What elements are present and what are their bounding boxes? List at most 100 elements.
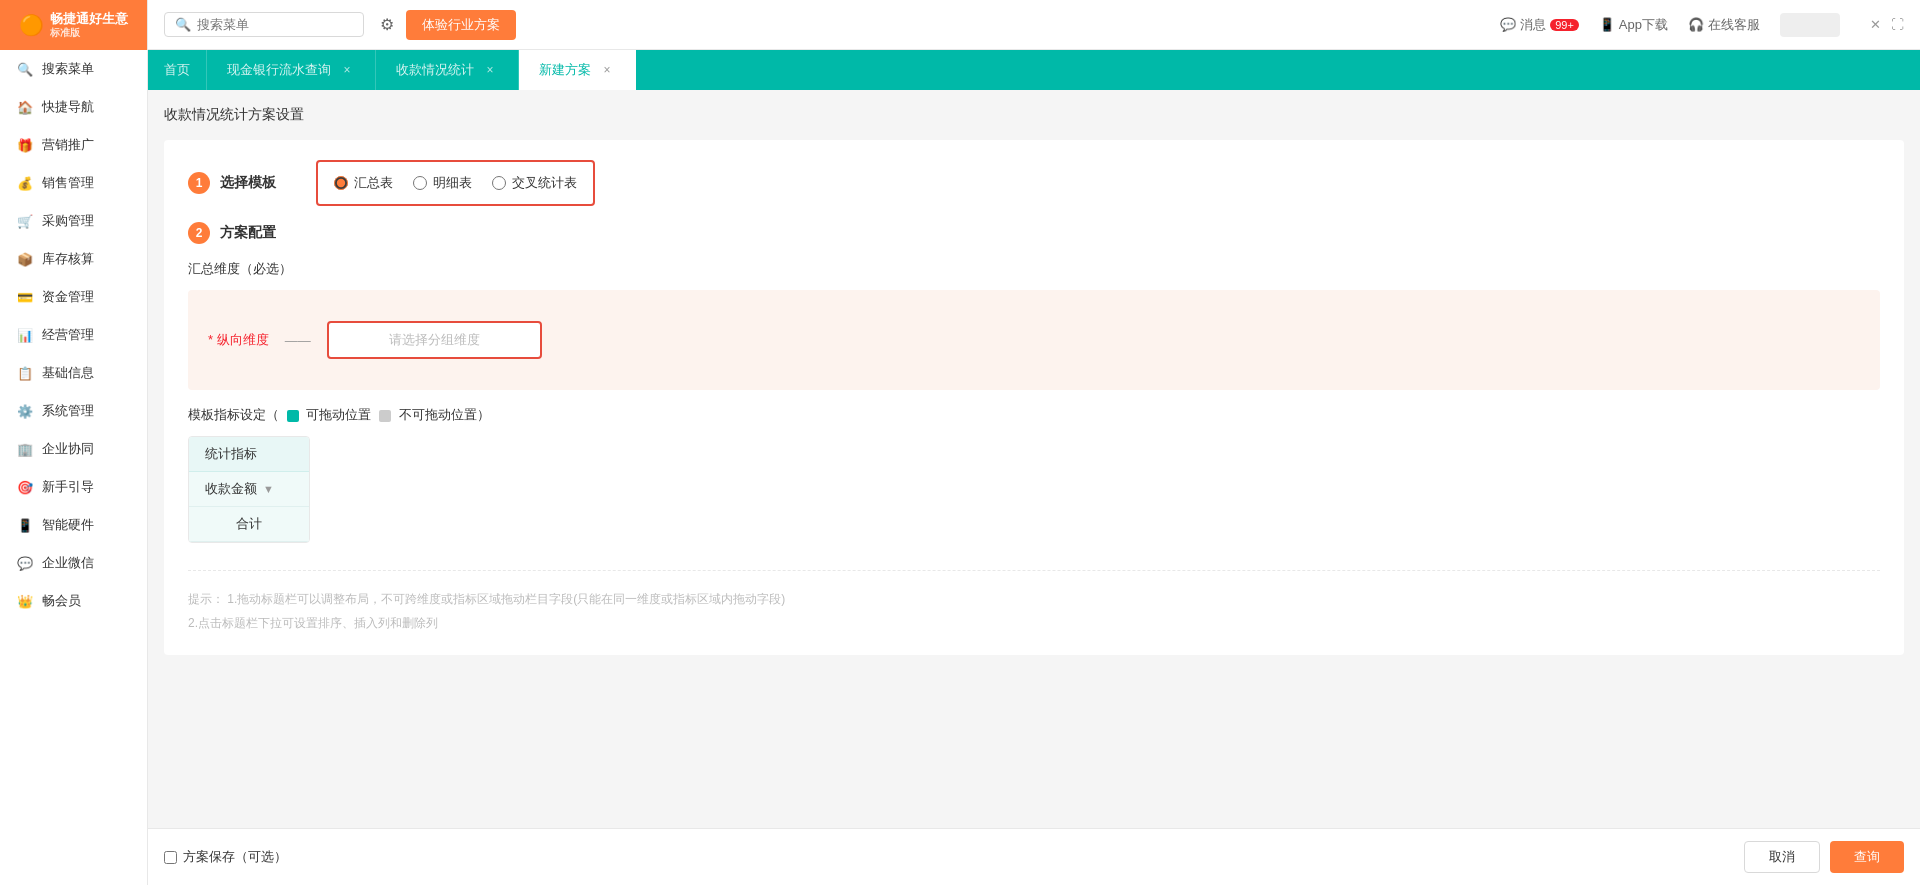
step1-header: 1 选择模板 汇总表 明细表 交叉统计 xyxy=(188,160,1880,206)
tab-new-plan-close[interactable]: × xyxy=(599,62,615,78)
topbar-right: 💬 消息 99+ 📱 App下载 🎧 在线客服 ✕ ⛶ xyxy=(1500,13,1904,37)
topbar: 🔍 ⚙ 体验行业方案 💬 消息 99+ 📱 App下载 🎧 在线客服 ✕ ⛶ xyxy=(148,0,1920,50)
chevron-down-icon: ▼ xyxy=(263,483,274,495)
sidebar-item-label: 畅会员 xyxy=(42,592,81,610)
search-input[interactable] xyxy=(197,17,337,32)
sidebar: 🟠 畅捷通好生意 标准版 🔍 搜索菜单 🏠 快捷导航 🎁 营销推广 💰 销售管理… xyxy=(0,0,148,885)
message-badge: 99+ xyxy=(1550,19,1579,31)
crown-icon: 👑 xyxy=(16,592,34,610)
sidebar-item-label: 销售管理 xyxy=(42,174,94,192)
search-box[interactable]: 🔍 xyxy=(164,12,364,37)
sidebar-item-label: 快捷导航 xyxy=(42,98,94,116)
query-button[interactable]: 查询 xyxy=(1830,841,1904,873)
metrics-col-cell[interactable]: 收款金额 ▼ xyxy=(189,472,309,507)
radio-summary[interactable]: 汇总表 xyxy=(334,174,393,192)
metrics-header: 模板指标设定（ 可拖动位置 不可拖动位置） xyxy=(188,406,1880,424)
sidebar-item-sales[interactable]: 💰 销售管理 xyxy=(0,164,147,202)
message-label: 消息 xyxy=(1520,16,1546,34)
tab-collection-close[interactable]: × xyxy=(482,62,498,78)
radio-cross-label: 交叉统计表 xyxy=(512,174,577,192)
save-label: 方案保存（可选） xyxy=(183,848,287,866)
page-content: 收款情况统计方案设置 1 选择模板 汇总表 明细表 xyxy=(148,90,1920,828)
gift-icon: 🎁 xyxy=(16,136,34,154)
sidebar-item-inventory[interactable]: 📦 库存核算 xyxy=(0,240,147,278)
sidebar-item-marketing[interactable]: 🎁 营销推广 xyxy=(0,126,147,164)
step2-number: 2 xyxy=(188,222,210,244)
maximize-icon[interactable]: ⛶ xyxy=(1891,17,1904,32)
card-icon: 💳 xyxy=(16,288,34,306)
window-controls: ✕ ⛶ xyxy=(1870,17,1904,32)
sidebar-item-hardware[interactable]: 📱 智能硬件 xyxy=(0,506,147,544)
download-icon: 📱 xyxy=(1599,17,1615,32)
page-title: 收款情况统计方案设置 xyxy=(164,106,1904,124)
radio-cross[interactable]: 交叉统计表 xyxy=(492,174,577,192)
sidebar-item-label: 系统管理 xyxy=(42,402,94,420)
tab-cashflow[interactable]: 现金银行流水查询 × xyxy=(207,50,376,90)
industry-button[interactable]: 体验行业方案 xyxy=(406,10,516,40)
radio-summary-label: 汇总表 xyxy=(354,174,393,192)
logo-badge: 标准版 xyxy=(50,27,128,39)
tab-collection[interactable]: 收款情况统计 × xyxy=(376,50,519,90)
vertical-dimension-label: 纵向维度 xyxy=(208,331,269,349)
building-icon: 🏢 xyxy=(16,440,34,458)
step2-title: 方案配置 xyxy=(220,224,276,242)
footer-actions: 取消 查询 xyxy=(1744,841,1904,873)
chat-icon: 💬 xyxy=(16,554,34,572)
sidebar-item-label: 新手引导 xyxy=(42,478,94,496)
metrics-setting-label: 模板指标设定（ 可拖动位置 不可拖动位置） xyxy=(188,406,490,424)
message-icon: 💬 xyxy=(1500,17,1516,32)
search-icon: 🔍 xyxy=(16,60,34,78)
sidebar-item-guide[interactable]: 🎯 新手引导 xyxy=(0,468,147,506)
box-icon: 📦 xyxy=(16,250,34,268)
close-icon[interactable]: ✕ xyxy=(1870,17,1881,32)
cancel-button[interactable]: 取消 xyxy=(1744,841,1820,873)
sidebar-item-label: 搜索菜单 xyxy=(42,60,94,78)
download-button[interactable]: 📱 App下载 xyxy=(1599,16,1668,34)
tab-cashflow-label: 现金银行流水查询 xyxy=(227,61,331,79)
tab-new-plan[interactable]: 新建方案 × xyxy=(519,50,636,90)
draggable-indicator xyxy=(287,410,299,422)
main-card: 1 选择模板 汇总表 明细表 交叉统计 xyxy=(164,140,1904,655)
metrics-table: 统计指标 收款金额 ▼ 合计 xyxy=(188,436,310,543)
dimension-select[interactable]: 请选择分组维度 xyxy=(327,321,542,359)
tab-home[interactable]: 首页 xyxy=(148,50,207,90)
radio-detail[interactable]: 明细表 xyxy=(413,174,472,192)
sidebar-item-label: 库存核算 xyxy=(42,250,94,268)
dimension-area: 纵向维度 —— 请选择分组维度 xyxy=(188,290,1880,390)
sidebar-item-fund[interactable]: 💳 资金管理 xyxy=(0,278,147,316)
user-avatar[interactable] xyxy=(1780,13,1840,37)
sidebar-item-wechat[interactable]: 💬 企业微信 xyxy=(0,544,147,582)
save-checkbox-input[interactable] xyxy=(164,851,177,864)
sidebar-item-purchase[interactable]: 🛒 采购管理 xyxy=(0,202,147,240)
radio-group: 汇总表 明细表 交叉统计表 xyxy=(334,174,577,192)
sidebar-item-enterprise[interactable]: 🏢 企业协同 xyxy=(0,430,147,468)
settings-icon[interactable]: ⚙ xyxy=(380,15,394,34)
sidebar-item-system[interactable]: ⚙️ 系统管理 xyxy=(0,392,147,430)
sidebar-item-label: 基础信息 xyxy=(42,364,94,382)
not-draggable-indicator xyxy=(379,410,391,422)
message-button[interactable]: 💬 消息 99+ xyxy=(1500,16,1579,34)
save-checkbox[interactable]: 方案保存（可选） xyxy=(164,848,287,866)
sidebar-item-basic[interactable]: 📋 基础信息 xyxy=(0,354,147,392)
search-icon: 🔍 xyxy=(175,17,191,32)
tip-1: 提示： 1.拖动标题栏可以调整布局，不可跨维度或指标区域拖动栏目字段(只能在同一… xyxy=(188,587,1880,611)
sidebar-item-label: 企业协同 xyxy=(42,440,94,458)
logo: 🟠 畅捷通好生意 标准版 xyxy=(0,0,147,50)
template-selection: 汇总表 明细表 交叉统计表 xyxy=(316,160,595,206)
main-area: 🔍 ⚙ 体验行业方案 💬 消息 99+ 📱 App下载 🎧 在线客服 ✕ ⛶ xyxy=(148,0,1920,885)
service-button[interactable]: 🎧 在线客服 xyxy=(1688,16,1760,34)
tab-cashflow-close[interactable]: × xyxy=(339,62,355,78)
cart-icon: 🛒 xyxy=(16,212,34,230)
step1-number: 1 xyxy=(188,172,210,194)
metrics-section: 模板指标设定（ 可拖动位置 不可拖动位置） 统计指标 收款金额 ▼ xyxy=(188,406,1880,546)
sidebar-item-ops[interactable]: 📊 经营管理 xyxy=(0,316,147,354)
device-icon: 📱 xyxy=(16,516,34,534)
sidebar-item-quick-nav[interactable]: 🏠 快捷导航 xyxy=(0,88,147,126)
sidebar-item-search[interactable]: 🔍 搜索菜单 xyxy=(0,50,147,88)
sidebar-item-label: 企业微信 xyxy=(42,554,94,572)
footer-bar: 方案保存（可选） 取消 查询 xyxy=(148,828,1920,885)
gear-icon: ⚙️ xyxy=(16,402,34,420)
plan-config: 汇总维度（必选） 纵向维度 —— 请选择分组维度 模板指标设定（ xyxy=(188,260,1880,635)
service-icon: 🎧 xyxy=(1688,17,1704,32)
sidebar-item-member[interactable]: 👑 畅会员 xyxy=(0,582,147,620)
